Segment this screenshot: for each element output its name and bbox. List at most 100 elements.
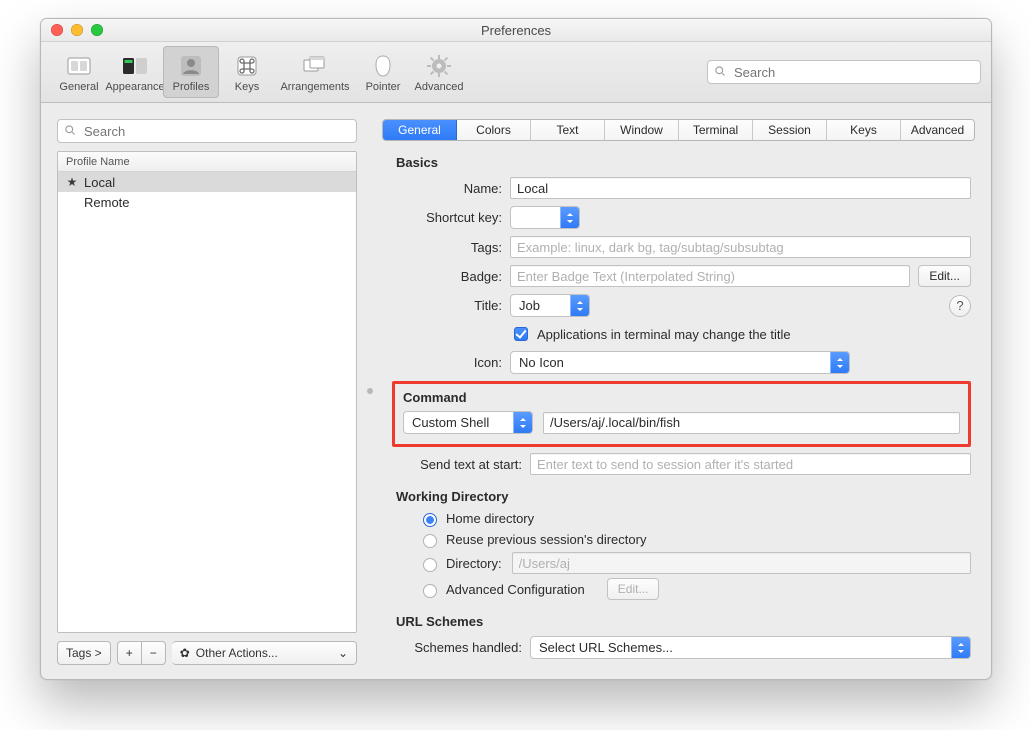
- add-profile-button[interactable]: +: [117, 641, 142, 665]
- name-field[interactable]: [510, 177, 971, 199]
- label-url-schemes: Schemes handled:: [396, 640, 522, 655]
- section-url: URL Schemes: [396, 614, 971, 629]
- workdir-adv-label: Advanced Configuration: [446, 582, 585, 597]
- toolbar-item-advanced[interactable]: Advanced: [411, 46, 467, 98]
- label-send-text: Send text at start:: [396, 457, 522, 472]
- toolbar: General Appearance Profiles Keys: [41, 42, 991, 103]
- workdir-home-radio[interactable]: [423, 513, 437, 527]
- profile-row[interactable]: Remote: [58, 192, 356, 212]
- search-icon: [64, 124, 76, 139]
- appearance-icon: [120, 53, 150, 79]
- section-command: Command: [403, 390, 960, 405]
- badge-edit-button[interactable]: Edit...: [918, 265, 971, 287]
- profile-list: Profile Name ★ Local Remote: [57, 151, 357, 633]
- chevron-up-down-icon: [560, 207, 579, 228]
- workdir-dir-field: [512, 552, 971, 574]
- workdir-adv-radio[interactable]: [423, 584, 437, 598]
- window-title: Preferences: [41, 23, 991, 38]
- content: Profile Name ★ Local Remote Tags >: [41, 103, 991, 679]
- tab-session[interactable]: Session: [753, 120, 827, 140]
- shell-value: Custom Shell: [412, 415, 489, 430]
- toolbar-item-label: Advanced: [415, 81, 464, 93]
- label-badge: Badge:: [396, 269, 502, 284]
- splitter-grip[interactable]: [365, 119, 374, 663]
- search-icon: [714, 65, 726, 80]
- workdir-dir-label: Directory:: [446, 556, 502, 571]
- workdir-reuse-label: Reuse previous session's directory: [446, 532, 646, 547]
- tab-window[interactable]: Window: [605, 120, 679, 140]
- send-text-field[interactable]: [530, 453, 971, 475]
- sidebar: Profile Name ★ Local Remote Tags >: [57, 119, 357, 663]
- switches-icon: [64, 53, 94, 79]
- profile-row[interactable]: ★ Local: [58, 172, 356, 192]
- toolbar-item-label: Pointer: [366, 81, 401, 93]
- workdir-dir-radio[interactable]: [423, 558, 437, 572]
- command-path-field[interactable]: [543, 412, 960, 434]
- toolbar-item-label: Profiles: [173, 81, 210, 93]
- tags-field[interactable]: [510, 236, 971, 258]
- sidebar-search[interactable]: [57, 119, 357, 143]
- sidebar-search-input[interactable]: [82, 123, 350, 140]
- gear-icon: ✿: [180, 646, 190, 660]
- url-schemes-select[interactable]: Select URL Schemes...: [530, 636, 971, 659]
- tags-button[interactable]: Tags >: [57, 641, 111, 665]
- remove-profile-button[interactable]: −: [142, 641, 166, 665]
- sidebar-actions: Tags > + − ✿ Other Actions... ⌄: [57, 641, 357, 663]
- settings-form: Basics Name: Shortcut key:: [382, 141, 975, 663]
- tab-text[interactable]: Text: [531, 120, 605, 140]
- help-button[interactable]: ?: [949, 295, 971, 317]
- tab-keys[interactable]: Keys: [827, 120, 901, 140]
- label-tags: Tags:: [396, 240, 502, 255]
- chevron-up-down-icon: [951, 637, 970, 658]
- settings-pane: General Colors Text Window Terminal Sess…: [382, 119, 975, 663]
- title-value: Job: [519, 298, 540, 313]
- label-icon: Icon:: [396, 355, 502, 370]
- command-key-icon: [232, 53, 262, 79]
- label-name: Name:: [396, 181, 502, 196]
- title-change-label: Applications in terminal may change the …: [537, 327, 791, 342]
- command-highlight: Command Custom Shell: [392, 381, 971, 447]
- badge-field[interactable]: [510, 265, 910, 287]
- toolbar-item-label: Appearance: [105, 81, 164, 93]
- workdir-adv-edit-button[interactable]: Edit...: [607, 578, 660, 600]
- toolbar-item-arrangements[interactable]: Arrangements: [275, 46, 355, 98]
- section-basics: Basics: [396, 155, 971, 170]
- icon-value: No Icon: [519, 355, 564, 370]
- tab-advanced[interactable]: Advanced: [901, 120, 974, 140]
- label-title: Title:: [396, 298, 502, 313]
- other-actions-button[interactable]: ✿ Other Actions... ⌄: [172, 641, 357, 665]
- workdir-reuse-radio[interactable]: [423, 534, 437, 548]
- tab-general[interactable]: General: [383, 120, 457, 140]
- shortcut-select[interactable]: [510, 206, 580, 229]
- profile-list-header[interactable]: Profile Name: [58, 152, 356, 172]
- shell-select[interactable]: Custom Shell: [403, 411, 533, 434]
- toolbar-item-label: Arrangements: [280, 81, 349, 93]
- toolbar-item-pointer[interactable]: Pointer: [355, 46, 411, 98]
- chevron-up-down-icon: [513, 412, 532, 433]
- other-actions-label: Other Actions...: [196, 646, 278, 660]
- toolbar-item-keys[interactable]: Keys: [219, 46, 275, 98]
- workdir-home-label: Home directory: [446, 511, 534, 526]
- tab-terminal[interactable]: Terminal: [679, 120, 753, 140]
- toolbar-search-input[interactable]: [732, 64, 974, 81]
- mouse-icon: [368, 53, 398, 79]
- toolbar-item-profiles[interactable]: Profiles: [163, 46, 219, 98]
- section-workdir: Working Directory: [396, 489, 971, 504]
- star-icon: ★: [66, 175, 78, 189]
- toolbar-search[interactable]: [707, 60, 981, 84]
- windows-icon: [300, 53, 330, 79]
- title-change-checkbox[interactable]: [514, 327, 528, 341]
- profile-icon: [176, 53, 206, 79]
- toolbar-item-label: General: [59, 81, 98, 93]
- toolbar-item-general[interactable]: General: [51, 46, 107, 98]
- tab-colors[interactable]: Colors: [457, 120, 531, 140]
- toolbar-item-label: Keys: [235, 81, 259, 93]
- url-schemes-value: Select URL Schemes...: [539, 640, 673, 655]
- settings-tabs: General Colors Text Window Terminal Sess…: [382, 119, 975, 141]
- icon-select[interactable]: No Icon: [510, 351, 850, 374]
- chevron-up-down-icon: [830, 352, 849, 373]
- gear-icon: [424, 53, 454, 79]
- title-select[interactable]: Job: [510, 294, 590, 317]
- profile-name: Local: [84, 175, 115, 190]
- toolbar-item-appearance[interactable]: Appearance: [107, 46, 163, 98]
